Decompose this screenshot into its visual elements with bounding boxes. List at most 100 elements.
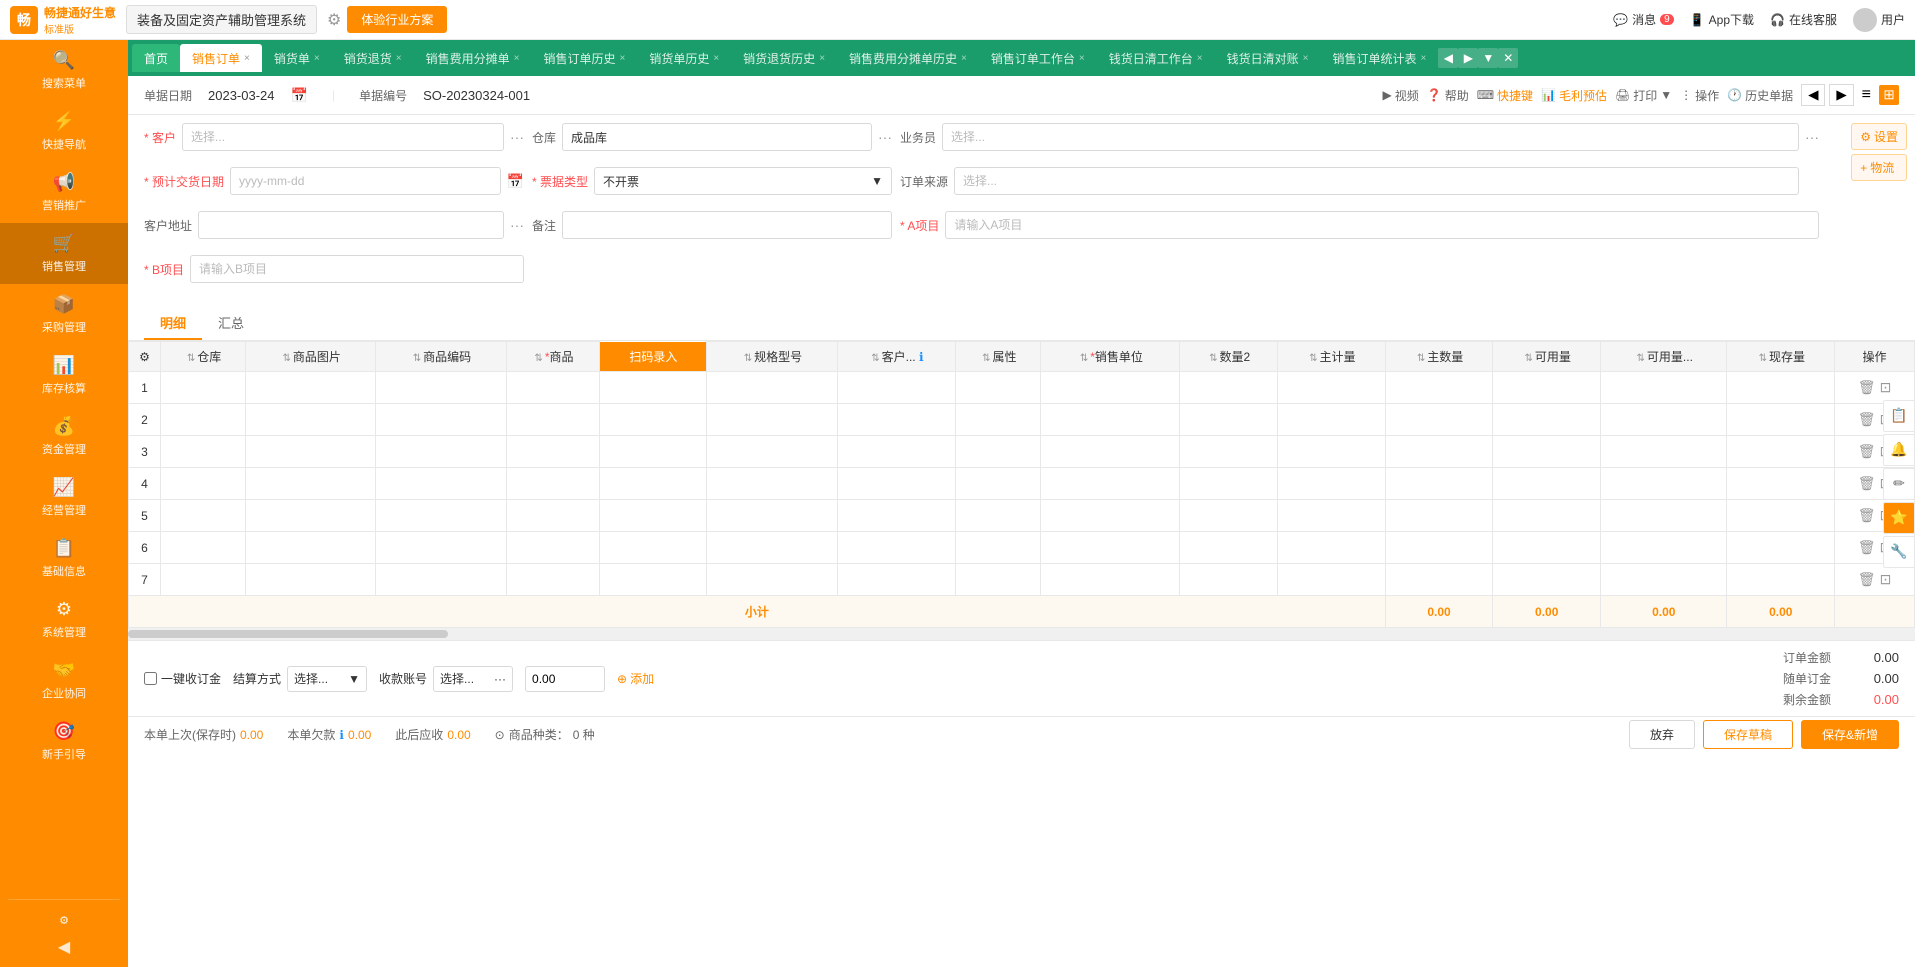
row-delete-6[interactable]: 🗑 bbox=[1858, 539, 1876, 556]
settings-button[interactable]: ⚙ 设置 bbox=[1851, 123, 1907, 150]
salesperson-more-icon[interactable]: ··· bbox=[1805, 129, 1819, 145]
row-product-1[interactable] bbox=[506, 372, 600, 404]
add-button[interactable]: ⊕ 添加 bbox=[617, 670, 654, 687]
customer-input[interactable] bbox=[182, 123, 504, 151]
float-btn-3[interactable]: ✏ bbox=[1883, 468, 1915, 500]
row-warehouse-3[interactable] bbox=[161, 436, 246, 468]
row-qty2-1[interactable] bbox=[1180, 372, 1278, 404]
help-button[interactable]: ❓ 帮助 bbox=[1427, 87, 1469, 104]
detail-tab-summary[interactable]: 汇总 bbox=[202, 307, 260, 340]
warehouse-more-icon[interactable]: ··· bbox=[878, 129, 892, 145]
tab-sales-order[interactable]: 销售订单 × bbox=[180, 44, 262, 72]
row-warehouse-2[interactable] bbox=[161, 404, 246, 436]
row-delete-2[interactable]: 🗑 bbox=[1858, 411, 1876, 428]
delivery-date-input[interactable] bbox=[230, 167, 501, 195]
row-spec-2[interactable] bbox=[707, 404, 837, 436]
delivery-calendar-icon[interactable]: 📅 bbox=[507, 173, 524, 190]
tab-close-daily-reconcile[interactable]: × bbox=[1303, 53, 1309, 64]
th-scan[interactable]: 扫码录入 bbox=[600, 342, 707, 372]
receipt-account-select[interactable]: 选择... ··· bbox=[433, 666, 513, 692]
row-attr-1[interactable] bbox=[956, 372, 1041, 404]
sidebar-item-quicknav[interactable]: ⚡ 快捷导航 bbox=[0, 101, 128, 162]
detail-tab-detail[interactable]: 明细 bbox=[144, 307, 202, 340]
tab-close-sales-slip-history[interactable]: × bbox=[713, 53, 719, 64]
current-save-info-icon[interactable]: ℹ bbox=[339, 728, 344, 742]
tab-close-sales-stats[interactable]: × bbox=[1420, 53, 1426, 64]
float-btn-1[interactable]: 📋 bbox=[1883, 400, 1915, 432]
view-toggle-button[interactable]: ≡ bbox=[1862, 86, 1871, 104]
solution-button[interactable]: 体验行业方案 bbox=[347, 6, 447, 33]
table-scrollbar[interactable] bbox=[128, 628, 1915, 640]
row-copy-7[interactable]: ⊡ bbox=[1880, 571, 1892, 588]
row-code-1[interactable] bbox=[376, 372, 506, 404]
row-delete-4[interactable]: 🗑 bbox=[1858, 475, 1876, 492]
tab-close-all-button[interactable]: ✕ bbox=[1498, 48, 1518, 68]
tab-next-button[interactable]: ▶ bbox=[1458, 48, 1478, 68]
tab-close-sales-expense[interactable]: × bbox=[514, 53, 520, 64]
tab-return-history[interactable]: 销货退货历史 × bbox=[731, 44, 837, 72]
sidebar-item-finance[interactable]: 💰 资金管理 bbox=[0, 406, 128, 467]
row-unit-1[interactable] bbox=[1041, 372, 1180, 404]
tab-close-sales-order-history[interactable]: × bbox=[619, 53, 625, 64]
row-attr-2[interactable] bbox=[956, 404, 1041, 436]
shortcut-button[interactable]: ⌨ 快捷键 bbox=[1477, 87, 1533, 104]
sidebar-item-search[interactable]: 🔍 搜索菜单 bbox=[0, 40, 128, 101]
discard-button[interactable]: 放弃 bbox=[1629, 720, 1695, 749]
tab-sales-slip-history[interactable]: 销货单历史 × bbox=[637, 44, 731, 72]
address-more-icon[interactable]: ··· bbox=[510, 217, 524, 233]
sidebar-item-config[interactable]: ⚙ bbox=[0, 904, 128, 937]
amount-input[interactable] bbox=[525, 666, 605, 692]
float-btn-5[interactable]: 🔧 bbox=[1883, 536, 1915, 568]
system-name[interactable]: 装备及固定资产辅助管理系统 bbox=[126, 5, 317, 34]
remark-input[interactable] bbox=[562, 211, 892, 239]
user-button[interactable]: 用户 bbox=[1853, 8, 1905, 32]
row-main-qty-1[interactable] bbox=[1385, 372, 1493, 404]
save-new-button[interactable]: 保存&新增 bbox=[1801, 720, 1899, 749]
row-unit-3[interactable] bbox=[1041, 436, 1180, 468]
warehouse-input[interactable] bbox=[562, 123, 872, 151]
next-record-button[interactable]: ▶ bbox=[1829, 84, 1853, 106]
sidebar-collapse-button[interactable]: ◀ bbox=[0, 937, 128, 957]
row-spec-1[interactable] bbox=[707, 372, 837, 404]
tab-sales-stats[interactable]: 销售订单统计表 × bbox=[1320, 44, 1438, 72]
settle-method-select[interactable]: 选择... ▼ bbox=[287, 666, 367, 692]
tab-close-order-workbench[interactable]: × bbox=[1079, 53, 1085, 64]
video-button[interactable]: ▶ 视频 bbox=[1383, 87, 1419, 104]
float-btn-4[interactable]: ⭐ bbox=[1883, 502, 1915, 534]
operation-button[interactable]: ⋮ 操作 bbox=[1680, 87, 1719, 104]
row-product-2[interactable] bbox=[506, 404, 600, 436]
tab-daily-workbench[interactable]: 钱货日清工作台 × bbox=[1097, 44, 1215, 72]
row-attr-3[interactable] bbox=[956, 436, 1041, 468]
invoice-type-select[interactable]: 不开票 ▼ bbox=[594, 167, 892, 195]
tab-sales-slip[interactable]: 销货单 × bbox=[262, 44, 332, 72]
row-customer-code-1[interactable] bbox=[837, 372, 956, 404]
sidebar-item-system[interactable]: ⚙ 系统管理 bbox=[0, 589, 128, 650]
sidebar-item-operation[interactable]: 📈 经营管理 bbox=[0, 467, 128, 528]
add-field-button[interactable]: + 物流 bbox=[1851, 154, 1907, 181]
tab-close-expense-history[interactable]: × bbox=[961, 53, 967, 64]
row-warehouse-1[interactable] bbox=[161, 372, 246, 404]
row-main-qty-3[interactable] bbox=[1385, 436, 1493, 468]
tab-prev-button[interactable]: ◀ bbox=[1438, 48, 1458, 68]
sidebar-item-base[interactable]: 📋 基础信息 bbox=[0, 528, 128, 589]
tab-sales-order-history[interactable]: 销售订单历史 × bbox=[531, 44, 637, 72]
sidebar-item-purchase[interactable]: 📦 采购管理 bbox=[0, 284, 128, 345]
row-spec-3[interactable] bbox=[707, 436, 837, 468]
tab-close-sales-order[interactable]: × bbox=[244, 53, 250, 64]
tab-menu-button[interactable]: ▼ bbox=[1478, 48, 1498, 68]
row-customer-code-2[interactable] bbox=[837, 404, 956, 436]
print-button[interactable]: 🖨 打印 ▼ bbox=[1615, 87, 1672, 104]
sidebar-item-inventory[interactable]: 📊 库存核算 bbox=[0, 345, 128, 406]
message-button[interactable]: 💬 消息 9 bbox=[1613, 11, 1674, 28]
sidebar-item-marketing[interactable]: 📢 营销推广 bbox=[0, 162, 128, 223]
row-qty2-3[interactable] bbox=[1180, 436, 1278, 468]
salesperson-input[interactable] bbox=[942, 123, 1799, 151]
app-download-button[interactable]: 📱 App下载 bbox=[1690, 11, 1754, 28]
tab-close-sales-slip[interactable]: × bbox=[314, 53, 320, 64]
tab-order-workbench[interactable]: 销售订单工作台 × bbox=[979, 44, 1097, 72]
sidebar-item-guide[interactable]: 🎯 新手引导 bbox=[0, 711, 128, 772]
row-main-qty-2[interactable] bbox=[1385, 404, 1493, 436]
row-copy-1[interactable]: ⊡ bbox=[1880, 379, 1892, 396]
maximize-button[interactable]: ⊞ bbox=[1879, 85, 1899, 105]
customer-more-icon[interactable]: ··· bbox=[510, 129, 524, 145]
